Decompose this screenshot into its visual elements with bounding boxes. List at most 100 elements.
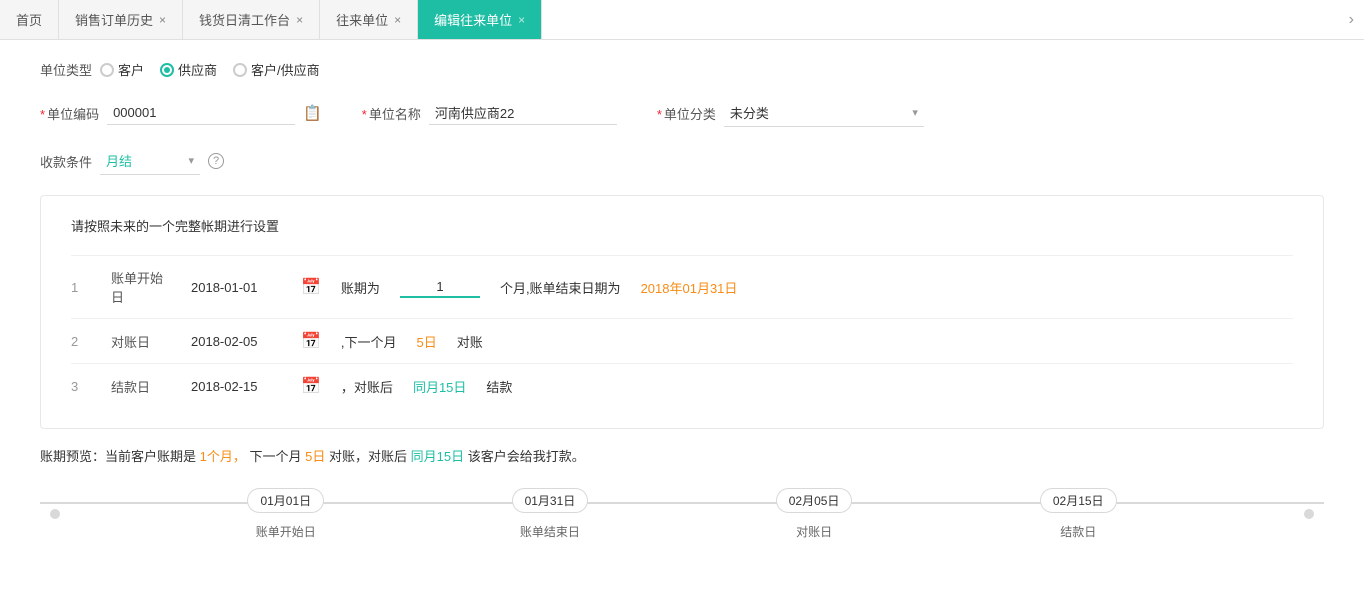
row-date-1: 2018-01-01 <box>191 280 281 295</box>
tab-home[interactable]: 首页 <box>0 0 59 39</box>
radio-customer-label: 客户 <box>118 60 144 79</box>
radio-supplier-circle <box>160 63 174 77</box>
unit-name-label: *单位名称 <box>362 104 421 123</box>
preview-label: 账期预览：当前客户账期是 <box>40 449 196 464</box>
timeline-end-dot <box>1304 509 1314 519</box>
unit-category-label: *单位分类 <box>657 104 716 123</box>
preview-section: 账期预览：当前客户账期是 1个月， 下一个月 5日 对账，对账后 同月15日 该… <box>40 445 1324 468</box>
row-highlight-3: 同月15日 <box>413 377 466 396</box>
row-num-2: 2 <box>71 334 91 349</box>
tab-cash-daily[interactable]: 钱货日清工作台 × <box>183 0 320 39</box>
tab-partner[interactable]: 往来单位 × <box>320 0 418 39</box>
card-description: 请按照未来的一个完整帐期进行设置 <box>71 216 1293 235</box>
radio-both-circle <box>233 63 247 77</box>
payment-condition-row: 收款条件 月结 ▾ ? <box>40 147 1324 175</box>
row-desc-3a: ，对账后 <box>341 377 393 396</box>
radio-customer-circle <box>100 63 114 77</box>
timeline: 01月01日 账单开始日 01月31日 账单结束日 02月05日 对账日 02月… <box>40 488 1324 540</box>
unit-type-label: 单位类型 <box>40 60 92 79</box>
unit-category-select[interactable]: 未分类 ▾ <box>724 99 924 127</box>
timeline-label-2: 账单结束日 <box>520 523 580 540</box>
unit-code-label: *单位编码 <box>40 104 99 123</box>
unit-type-row: 单位类型 客户 供应商 客户/供应商 <box>40 60 1324 79</box>
payment-condition-value: 月结 <box>106 151 182 170</box>
tab-sales-history-close[interactable]: × <box>159 13 166 27</box>
calendar-icon-3[interactable]: 📅 <box>301 376 321 396</box>
tab-scroll-right[interactable]: › <box>1339 0 1364 39</box>
row-desc-2a: ,下一个月 <box>341 332 397 351</box>
timeline-node-4: 02月15日 结款日 <box>1040 488 1117 540</box>
radio-both[interactable]: 客户/供应商 <box>233 60 320 79</box>
tab-edit-partner[interactable]: 编辑往来单位 × <box>418 0 542 39</box>
tab-partner-close[interactable]: × <box>394 13 401 27</box>
setting-row-3: 3 结款日 2018-02-15 📅 ，对账后 同月15日 结款 <box>71 363 1293 408</box>
row-period-unit: 个月,账单结束日期为 <box>500 278 621 297</box>
row-num-1: 1 <box>71 280 91 295</box>
preview-desc3: 该客户会给我打款。 <box>468 449 585 464</box>
tab-cash-daily-label: 钱货日清工作台 <box>199 10 290 29</box>
timeline-start-dot <box>50 509 60 519</box>
timeline-node-2: 01月31日 账单结束日 <box>512 488 589 540</box>
setting-row-1: 1 账单开始日 2018-01-01 📅 账期为 个月,账单结束日期为 2018… <box>71 255 1293 318</box>
row-num-3: 3 <box>71 379 91 394</box>
timeline-node-1: 01月01日 账单开始日 <box>247 488 324 540</box>
tab-partner-label: 往来单位 <box>336 10 388 29</box>
radio-both-label: 客户/供应商 <box>251 60 320 79</box>
row-period-text: 账期为 <box>341 278 380 297</box>
radio-customer[interactable]: 客户 <box>100 60 144 79</box>
timeline-label-4: 结款日 <box>1060 523 1096 540</box>
timeline-date-4: 02月15日 <box>1040 488 1117 513</box>
settings-card: 请按照未来的一个完整帐期进行设置 1 账单开始日 2018-01-01 📅 账期… <box>40 195 1324 429</box>
timeline-date-1: 01月01日 <box>247 488 324 513</box>
timeline-date-3: 02月05日 <box>776 488 853 513</box>
payment-condition-label: 收款条件 <box>40 152 92 171</box>
tab-sales-history-label: 销售订单历史 <box>75 10 153 29</box>
unit-category-group: *单位分类 未分类 ▾ <box>657 99 924 127</box>
timeline-label-3: 对账日 <box>796 523 832 540</box>
unit-type-group: 单位类型 客户 供应商 客户/供应商 <box>40 60 320 79</box>
required-star-cat: * <box>657 107 662 122</box>
required-star-code: * <box>40 107 45 122</box>
copy-icon[interactable]: 📋 <box>303 104 322 122</box>
calendar-icon-1[interactable]: 📅 <box>301 277 321 297</box>
unit-code-group: *单位编码 📋 <box>40 101 322 125</box>
row-desc-2b: 对账 <box>457 332 483 351</box>
radio-supplier-label: 供应商 <box>178 60 217 79</box>
radio-group: 客户 供应商 客户/供应商 <box>100 60 320 79</box>
row-label-3: 结款日 <box>111 377 171 396</box>
row-date-2: 2018-02-05 <box>191 334 281 349</box>
setting-row-2: 2 对账日 2018-02-05 📅 ,下一个月 5日 对账 <box>71 318 1293 363</box>
payment-dropdown-icon: ▾ <box>188 154 194 167</box>
unit-code-input[interactable] <box>107 101 295 125</box>
tab-edit-partner-close[interactable]: × <box>518 13 525 27</box>
row-end-date: 2018年01月31日 <box>641 278 738 297</box>
radio-supplier[interactable]: 供应商 <box>160 60 217 79</box>
row-date-3: 2018-02-15 <box>191 379 281 394</box>
tab-edit-partner-label: 编辑往来单位 <box>434 10 512 29</box>
timeline-items: 01月01日 账单开始日 01月31日 账单结束日 02月05日 对账日 02月… <box>50 488 1314 540</box>
preview-highlight2: 同月15日 <box>411 449 464 464</box>
tab-bar: 首页 销售订单历史 × 钱货日清工作台 × 往来单位 × 编辑往来单位 × › <box>0 0 1364 40</box>
preview-highlight1: 5日 <box>305 449 325 464</box>
tab-cash-daily-close[interactable]: × <box>296 13 303 27</box>
required-star-name: * <box>362 107 367 122</box>
payment-condition-group: 收款条件 月结 ▾ ? <box>40 147 224 175</box>
tab-sales-history[interactable]: 销售订单历史 × <box>59 0 183 39</box>
unit-info-row: *单位编码 📋 *单位名称 *单位分类 未分类 ▾ <box>40 99 1324 127</box>
unit-name-group: *单位名称 <box>362 101 617 125</box>
preview-period: 1个月， <box>200 449 246 464</box>
calendar-icon-2[interactable]: 📅 <box>301 331 321 351</box>
row-label-1: 账单开始日 <box>111 268 171 306</box>
category-dropdown-icon: ▾ <box>912 106 918 119</box>
unit-name-input[interactable] <box>429 101 617 125</box>
period-input[interactable] <box>400 277 480 298</box>
unit-category-value: 未分类 <box>730 103 906 122</box>
row-highlight-2: 5日 <box>417 332 437 351</box>
info-icon[interactable]: ? <box>208 153 224 169</box>
row-label-2: 对账日 <box>111 332 171 351</box>
payment-condition-select[interactable]: 月结 ▾ <box>100 147 200 175</box>
preview-desc2: 对账，对账后 <box>329 449 407 464</box>
tab-home-label: 首页 <box>16 10 42 29</box>
main-content: 单位类型 客户 供应商 客户/供应商 *单位编码 <box>0 40 1364 608</box>
timeline-date-2: 01月31日 <box>512 488 589 513</box>
